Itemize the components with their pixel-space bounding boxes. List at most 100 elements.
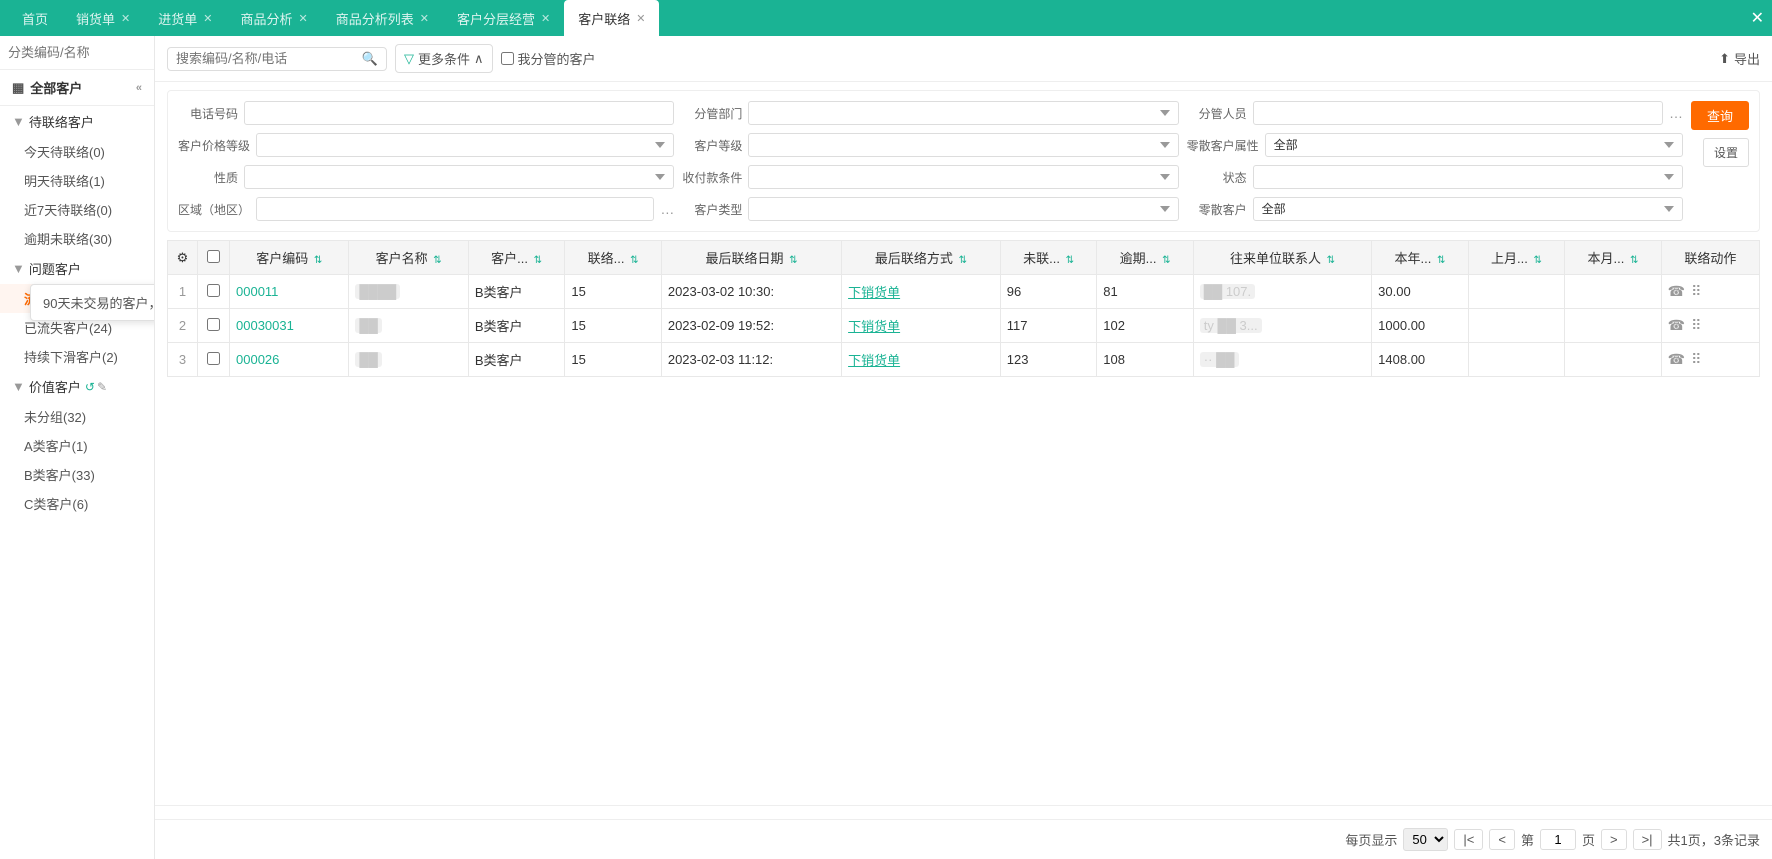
sidebar-item-a-class[interactable]: A类客户(1) bbox=[0, 431, 154, 460]
filter-payment-select[interactable] bbox=[748, 165, 1178, 189]
row3-code[interactable]: 000026 bbox=[230, 343, 349, 377]
row2-checkbox[interactable] bbox=[207, 318, 220, 331]
tab-customer-contact-close[interactable]: ✕ bbox=[636, 12, 645, 25]
row1-last-method-link[interactable]: 下销货单 bbox=[848, 285, 900, 300]
row3-last-method[interactable]: 下销货单 bbox=[842, 343, 1001, 377]
prev-page-button[interactable]: < bbox=[1489, 829, 1515, 850]
sidebar-item-b-class[interactable]: B类客户(33) bbox=[0, 460, 154, 489]
th-this-month[interactable]: 本月... ⇅ bbox=[1565, 241, 1662, 275]
filter-customer-level-select[interactable] bbox=[748, 133, 1178, 157]
row2-last-method[interactable]: 下销货单 bbox=[842, 309, 1001, 343]
filter-region-input[interactable] bbox=[256, 197, 654, 221]
sidebar-group-value-header[interactable]: ▼ 价值客户 ↺ ✎ bbox=[0, 371, 154, 402]
my-clients-checkbox-label[interactable]: 我分管的客户 bbox=[501, 49, 596, 68]
tab-customer-contact[interactable]: 客户联络 ✕ bbox=[564, 0, 659, 36]
filter-person-input[interactable] bbox=[1253, 101, 1663, 125]
settings-button[interactable]: 设置 bbox=[1703, 138, 1749, 167]
th-type[interactable]: 客户... ⇅ bbox=[468, 241, 565, 275]
sidebar-item-today[interactable]: 今天待联络(0) bbox=[0, 137, 154, 166]
th-contact-person[interactable]: 往来单位联系人 ⇅ bbox=[1193, 241, 1371, 275]
sidebar-search-input[interactable] bbox=[8, 45, 155, 60]
search-input[interactable] bbox=[176, 51, 362, 66]
row3-last-method-link[interactable]: 下销货单 bbox=[848, 353, 900, 368]
th-this-year[interactable]: 本年... ⇅ bbox=[1372, 241, 1469, 275]
row2-action-more-icon[interactable]: ⠿ bbox=[1691, 317, 1701, 334]
filter-zero-attr-select[interactable]: 全部 bbox=[1265, 133, 1683, 157]
edit-icon[interactable]: ✎ bbox=[97, 380, 107, 394]
tab-analysis[interactable]: 商品分析 ✕ bbox=[226, 0, 321, 36]
filter-region-more[interactable]: … bbox=[660, 201, 674, 217]
sidebar-group-pending-header[interactable]: ▼ 待联络客户 bbox=[0, 106, 154, 137]
tab-sales-close[interactable]: ✕ bbox=[121, 12, 130, 25]
tab-analysis-list[interactable]: 商品分析列表 ✕ bbox=[322, 0, 443, 36]
row3-last-date: 2023-02-03 11:12: bbox=[661, 343, 841, 377]
filter-gender-select[interactable] bbox=[244, 165, 674, 189]
row2-code-link[interactable]: 00030031 bbox=[236, 318, 294, 333]
sidebar-group-problem-header[interactable]: ▼ 问题客户 bbox=[0, 253, 154, 284]
sidebar-item-ungrouped[interactable]: 未分组(32) bbox=[0, 402, 154, 431]
th-last-date[interactable]: 最后联络日期 ⇅ bbox=[661, 241, 841, 275]
tab-purchase-close[interactable]: ✕ bbox=[203, 12, 212, 25]
tab-customer-tier-close[interactable]: ✕ bbox=[541, 12, 550, 25]
filter-price-level-select[interactable] bbox=[256, 133, 674, 157]
th-contact[interactable]: 联络... ⇅ bbox=[565, 241, 662, 275]
tab-analysis-list-close[interactable]: ✕ bbox=[420, 12, 429, 25]
filter-person-more[interactable]: … bbox=[1669, 105, 1683, 121]
search-button[interactable]: 🔍 bbox=[362, 51, 378, 67]
row2-action-phone-icon[interactable]: ☎ bbox=[1668, 317, 1685, 334]
sidebar-all-customers[interactable]: ▦ 全部客户 « bbox=[0, 70, 154, 106]
sort-icon-last-month: ⇅ bbox=[1533, 255, 1541, 266]
th-unlinked[interactable]: 未联... ⇅ bbox=[1000, 241, 1097, 275]
th-settings[interactable]: ⚙ bbox=[168, 241, 198, 275]
sidebar-item-c-class[interactable]: C类客户(6) bbox=[0, 489, 154, 518]
filter-phone-input[interactable] bbox=[244, 101, 674, 125]
tab-analysis-close[interactable]: ✕ bbox=[299, 12, 308, 25]
tab-purchase[interactable]: 进货单 ✕ bbox=[144, 0, 226, 36]
last-page-button[interactable]: >| bbox=[1633, 829, 1662, 850]
next-page-button[interactable]: > bbox=[1601, 829, 1627, 850]
th-last-method[interactable]: 最后联络方式 ⇅ bbox=[842, 241, 1001, 275]
export-button[interactable]: ⬆ 导出 bbox=[1719, 49, 1760, 68]
th-overdue[interactable]: 逾期... ⇅ bbox=[1097, 241, 1194, 275]
tab-sales[interactable]: 销货单 ✕ bbox=[62, 0, 144, 36]
row1-action-phone-icon[interactable]: ☎ bbox=[1668, 283, 1685, 300]
row1-contact: 15 bbox=[565, 275, 662, 309]
row1-action-more-icon[interactable]: ⠿ bbox=[1691, 283, 1701, 300]
row3-action-more-icon[interactable]: ⠿ bbox=[1691, 351, 1701, 368]
row2-code[interactable]: 00030031 bbox=[230, 309, 349, 343]
refresh-icon[interactable]: ↺ bbox=[85, 380, 95, 394]
tab-customer-tier[interactable]: 客户分层经营 ✕ bbox=[443, 0, 564, 36]
filter-dept-select[interactable] bbox=[748, 101, 1178, 125]
window-close-button[interactable]: ✕ bbox=[1751, 8, 1764, 28]
th-name[interactable]: 客户名称 ⇅ bbox=[349, 241, 468, 275]
sidebar-item-overdue[interactable]: 逾期未联络(30) bbox=[0, 224, 154, 253]
row1-name: ████ bbox=[349, 275, 468, 309]
first-page-button[interactable]: |< bbox=[1454, 829, 1483, 850]
row1-checkbox[interactable] bbox=[207, 284, 220, 297]
th-last-month[interactable]: 上月... ⇅ bbox=[1468, 241, 1565, 275]
row2-last-method-link[interactable]: 下销货单 bbox=[848, 319, 900, 334]
sidebar-item-7days[interactable]: 近7天待联络(0) bbox=[0, 195, 154, 224]
more-filter-button[interactable]: ▽ 更多条件 ∧ bbox=[395, 44, 493, 73]
th-code[interactable]: 客户编码 ⇅ bbox=[230, 241, 349, 275]
row1-code-link[interactable]: 000011 bbox=[236, 284, 278, 299]
horizontal-scrollbar[interactable] bbox=[155, 805, 1772, 819]
row3-action-phone-icon[interactable]: ☎ bbox=[1668, 351, 1685, 368]
sidebar-item-declining[interactable]: 持续下滑客户(2) bbox=[0, 342, 154, 371]
filter-status-select[interactable] bbox=[1253, 165, 1683, 189]
row1-code[interactable]: 000011 bbox=[230, 275, 349, 309]
row1-last-method[interactable]: 下销货单 bbox=[842, 275, 1001, 309]
query-button[interactable]: 查询 bbox=[1691, 101, 1749, 130]
select-all-checkbox[interactable] bbox=[207, 250, 220, 263]
row3-checkbox[interactable] bbox=[207, 352, 220, 365]
collapse-icon[interactable]: « bbox=[136, 82, 142, 94]
th-unlinked-label: 未联... bbox=[1023, 251, 1060, 266]
filter-zero-customer-select[interactable]: 全部 bbox=[1253, 197, 1683, 221]
filter-customer-type-select[interactable] bbox=[748, 197, 1178, 221]
tab-home[interactable]: 首页 bbox=[8, 0, 62, 36]
page-size-select[interactable]: 50 bbox=[1403, 828, 1448, 851]
row3-code-link[interactable]: 000026 bbox=[236, 352, 279, 367]
my-clients-checkbox[interactable] bbox=[501, 52, 514, 65]
sidebar-item-tomorrow[interactable]: 明天待联络(1) bbox=[0, 166, 154, 195]
page-input[interactable] bbox=[1540, 829, 1576, 850]
